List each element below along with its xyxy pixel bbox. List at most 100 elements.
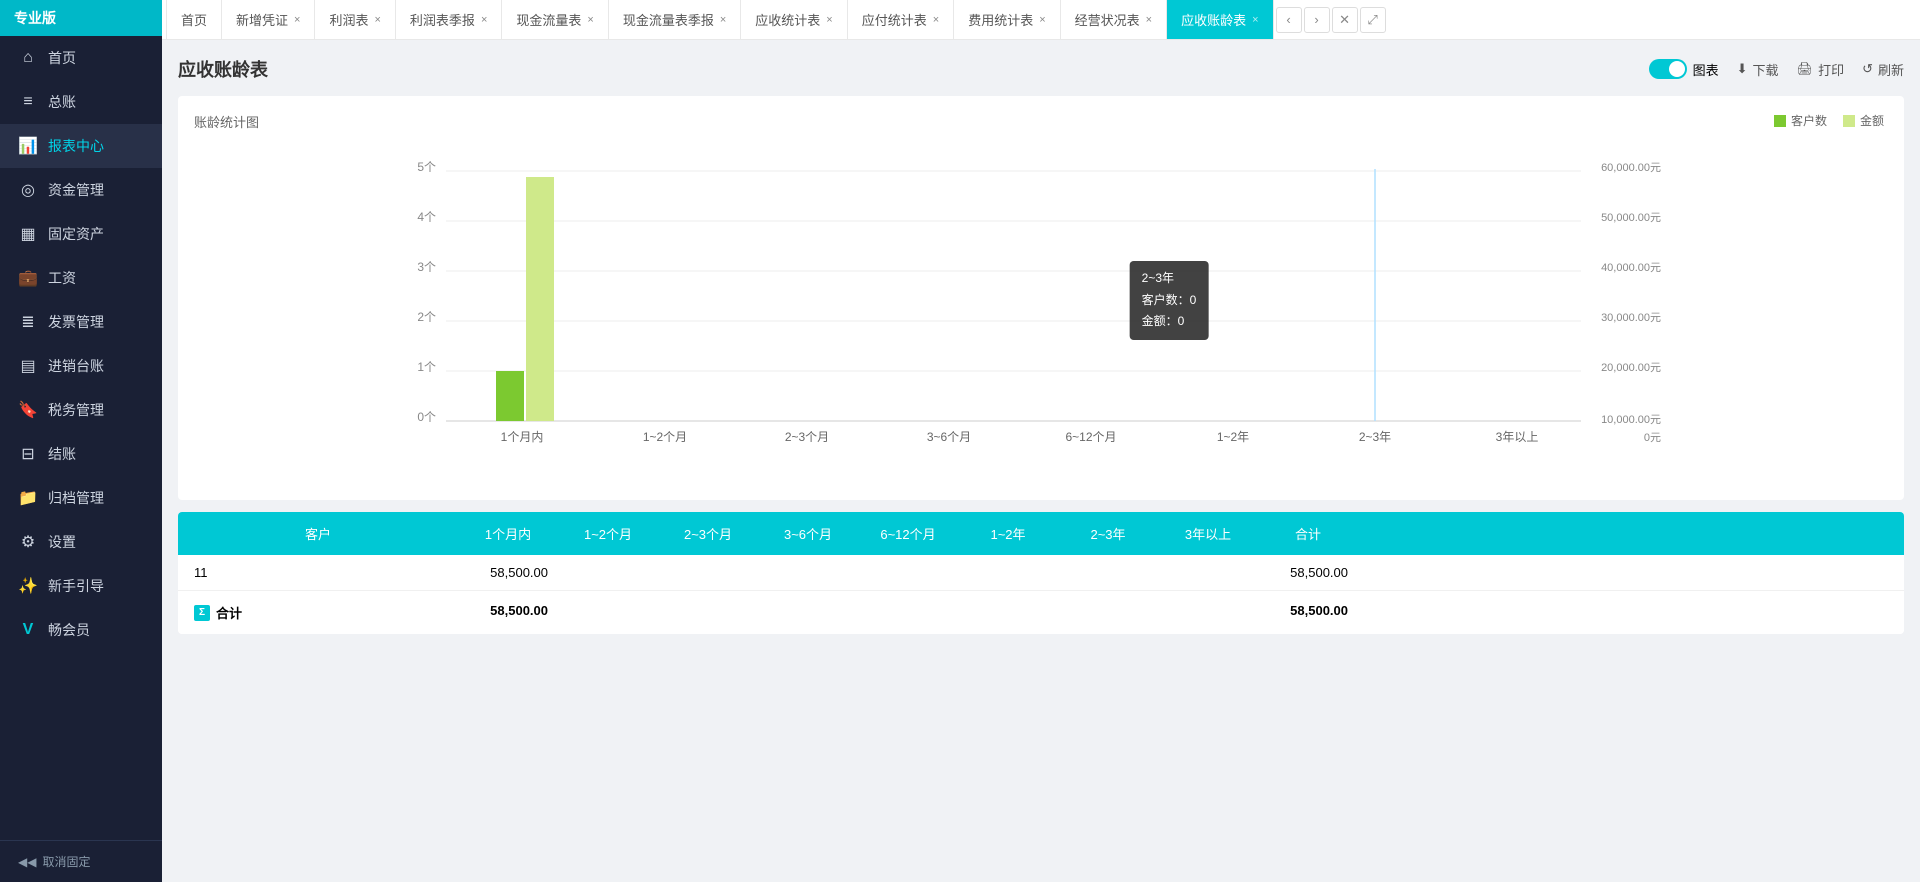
- tab-new-voucher-close[interactable]: ×: [294, 14, 300, 26]
- tab-home[interactable]: 首页: [166, 0, 222, 39]
- tab-close-all-button[interactable]: ✕: [1332, 7, 1358, 33]
- tab-expense-stats-label: 费用统计表: [968, 10, 1033, 29]
- sidebar-item-label: 首页: [48, 48, 76, 68]
- sidebar-item-label: 总账: [48, 92, 76, 112]
- salary-icon: 💼: [18, 268, 38, 288]
- tab-profit-quarterly[interactable]: 利润表季报 ×: [396, 0, 502, 39]
- table-header-row: 客户 1个月内 1~2个月 2~3个月 3~6个月 6~12个月 1~2年 2~…: [178, 512, 1904, 555]
- sidebar-item-label: 设置: [48, 532, 76, 552]
- tab-cashflow-quarterly-label: 现金流量表季报: [623, 10, 714, 29]
- legend-customers: 客户数: [1774, 112, 1827, 129]
- refresh-icon: ↺: [1862, 61, 1873, 77]
- tab-receivable-stats-close[interactable]: ×: [826, 14, 832, 26]
- print-button[interactable]: 🖨 打印: [1797, 60, 1845, 79]
- tab-expense-stats-close[interactable]: ×: [1039, 14, 1045, 26]
- total-m12: [558, 591, 658, 634]
- chart-toggle[interactable]: 图表: [1649, 59, 1719, 79]
- tab-profit[interactable]: 利润表 ×: [315, 0, 395, 39]
- sidebar-item-archive[interactable]: 📁 归档管理: [0, 476, 162, 520]
- tab-cashflow[interactable]: 现金流量表 ×: [502, 0, 608, 39]
- svg-text:2个: 2个: [417, 310, 436, 324]
- member-icon: V: [18, 621, 38, 639]
- total-m1: 58,500.00: [458, 591, 558, 634]
- chart-title: 账龄统计图: [194, 112, 1888, 131]
- cell-m12: [558, 555, 658, 590]
- print-icon: 🖨: [1797, 61, 1814, 77]
- sidebar-item-ledger[interactable]: ≡ 总账: [0, 80, 162, 124]
- svg-text:0个: 0个: [417, 410, 436, 424]
- tab-receivable-age-close[interactable]: ×: [1252, 14, 1258, 26]
- home-icon: ⌂: [18, 49, 38, 67]
- legend-customers-dot: [1774, 115, 1786, 127]
- tab-profit-quarterly-label: 利润表季报: [410, 10, 475, 29]
- sidebar-item-salary[interactable]: 💼 工资: [0, 256, 162, 300]
- sidebar-item-settings[interactable]: ⚙ 设置: [0, 520, 162, 564]
- svg-text:3个: 3个: [417, 260, 436, 274]
- cell-customer: 11: [178, 555, 458, 590]
- tab-next-button[interactable]: ›: [1304, 7, 1330, 33]
- reports-icon: 📊: [18, 136, 38, 156]
- sidebar-item-reports[interactable]: 📊 报表中心: [0, 124, 162, 168]
- total-y23: [1058, 591, 1158, 634]
- sidebar-item-assets[interactable]: ▦ 固定资产: [0, 212, 162, 256]
- col-header-y12: 1~2年: [958, 512, 1058, 555]
- sidebar-item-invoice[interactable]: ≣ 发票管理: [0, 300, 162, 344]
- sidebar-item-inventory[interactable]: ▤ 进销台账: [0, 344, 162, 388]
- sidebar-item-guide[interactable]: ✨ 新手引导: [0, 564, 162, 608]
- tab-operations-label: 经营状况表: [1075, 10, 1140, 29]
- svg-text:1~2年: 1~2年: [1217, 430, 1249, 444]
- ledger-icon: ≡: [18, 93, 38, 111]
- download-icon: ⬇: [1737, 61, 1748, 77]
- tab-new-voucher-label: 新增凭证: [236, 10, 288, 29]
- refresh-label: 刷新: [1878, 60, 1904, 79]
- svg-text:0元: 0元: [1644, 432, 1661, 444]
- col-header-m612: 6~12个月: [858, 512, 958, 555]
- toggle-thumb: [1669, 61, 1685, 77]
- tab-prev-button[interactable]: ‹: [1276, 7, 1302, 33]
- tab-payable-stats[interactable]: 应付统计表 ×: [848, 0, 954, 39]
- tab-cashflow-close[interactable]: ×: [587, 14, 593, 26]
- download-label: 下载: [1753, 60, 1779, 79]
- svg-text:50,000.00元: 50,000.00元: [1601, 212, 1661, 224]
- download-button[interactable]: ⬇ 下载: [1737, 60, 1779, 79]
- sidebar-item-label: 固定资产: [48, 224, 104, 244]
- col-header-m36: 3~6个月: [758, 512, 858, 555]
- cell-m612: [858, 555, 958, 590]
- tab-new-voucher[interactable]: 新增凭证 ×: [222, 0, 315, 39]
- legend-amount: 金额: [1843, 112, 1884, 129]
- tab-operations-close[interactable]: ×: [1146, 14, 1152, 26]
- tab-operations[interactable]: 经营状况表 ×: [1061, 0, 1167, 39]
- tab-receivable-stats[interactable]: 应收统计表 ×: [741, 0, 847, 39]
- tab-expense-stats[interactable]: 费用统计表 ×: [954, 0, 1060, 39]
- settings-icon: ⚙: [18, 532, 38, 552]
- total-label: 合计: [216, 603, 242, 622]
- tab-expand-button[interactable]: ⤢: [1360, 7, 1386, 33]
- tab-payable-stats-close[interactable]: ×: [933, 14, 939, 26]
- tab-receivable-age[interactable]: 应收账龄表 ×: [1167, 0, 1273, 39]
- svg-text:60,000.00元: 60,000.00元: [1601, 162, 1661, 174]
- collapse-button[interactable]: ◀◀ 取消固定: [0, 840, 162, 882]
- page-actions: 图表 ⬇ 下载 🖨 打印 ↺ 刷新: [1649, 59, 1904, 79]
- chart-svg-wrapper: 5个 4个 3个 2个 1个 0个 60,000.00元 50,000.00元 …: [194, 141, 1888, 484]
- tab-profit-quarterly-close[interactable]: ×: [481, 14, 487, 26]
- sidebar-item-member[interactable]: V 畅会员: [0, 608, 162, 652]
- guide-icon: ✨: [18, 576, 38, 596]
- sidebar-item-tax[interactable]: 🔖 税务管理: [0, 388, 162, 432]
- cell-y23: [1058, 555, 1158, 590]
- sidebar-item-closing[interactable]: ⊟ 结账: [0, 432, 162, 476]
- refresh-button[interactable]: ↺ 刷新: [1862, 60, 1904, 79]
- sidebar-item-capital[interactable]: ◎ 资金管理: [0, 168, 162, 212]
- main-area: 首页 新增凭证 × 利润表 × 利润表季报 × 现金流量表 × 现金流量表季报 …: [162, 0, 1920, 882]
- col-header-customer: 客户: [178, 512, 458, 555]
- sidebar-item-home[interactable]: ⌂ 首页: [0, 36, 162, 80]
- sidebar-item-label: 新手引导: [48, 576, 104, 596]
- tab-bar: 首页 新增凭证 × 利润表 × 利润表季报 × 现金流量表 × 现金流量表季报 …: [162, 0, 1920, 40]
- tab-profit-close[interactable]: ×: [374, 14, 380, 26]
- tab-cashflow-quarterly-close[interactable]: ×: [720, 14, 726, 26]
- total-y12: [958, 591, 1058, 634]
- svg-text:2~3年: 2~3年: [1359, 430, 1391, 444]
- toggle-track[interactable]: [1649, 59, 1687, 79]
- print-label: 打印: [1818, 60, 1844, 79]
- bar-1m-customers: [496, 371, 524, 421]
- tab-cashflow-quarterly[interactable]: 现金流量表季报 ×: [609, 0, 741, 39]
